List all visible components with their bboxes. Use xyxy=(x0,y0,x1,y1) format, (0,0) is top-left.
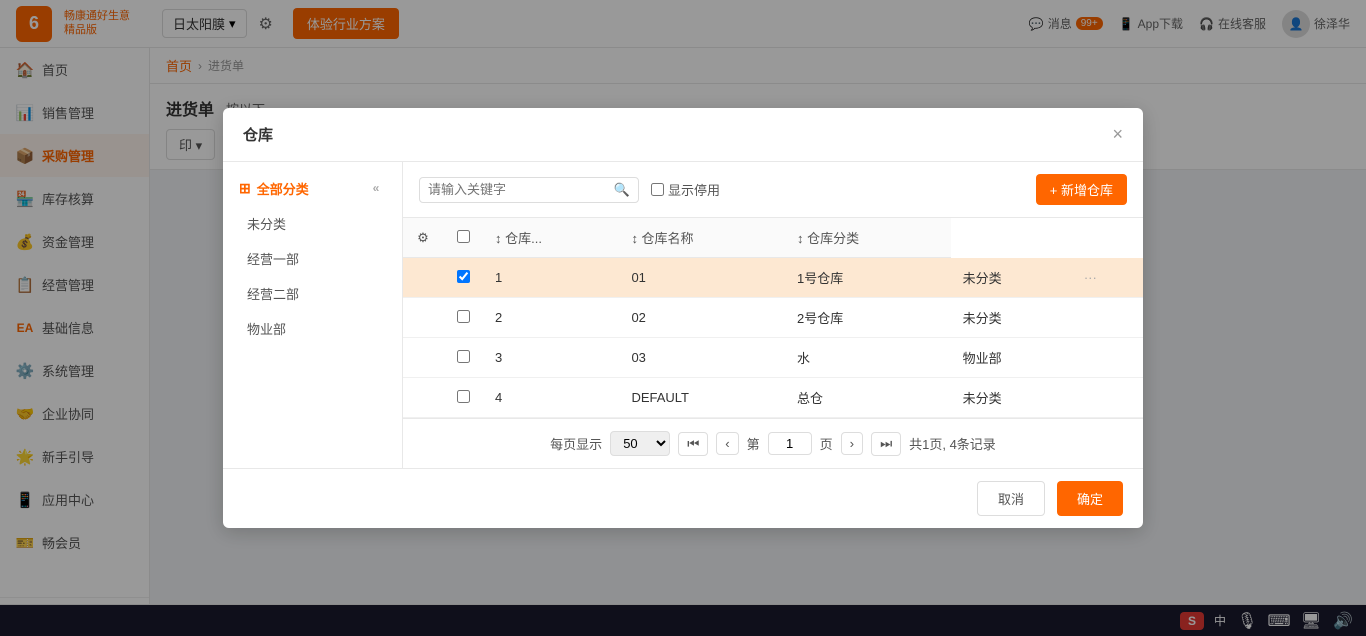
table-toolbar: 🔍 显示停用 + 新增仓库 xyxy=(403,162,1143,218)
warehouse-modal: 仓库 × ⊞ 全部分类 « 未分类 经营一部 经营二部 物业部 xyxy=(223,108,1143,528)
row-code-4: DEFAULT xyxy=(619,378,785,418)
table-row[interactable]: 4 DEFAULT 总仓 未分类 xyxy=(403,378,1143,418)
modal-close-button[interactable]: × xyxy=(1112,124,1123,145)
row-more-1[interactable]: ··· xyxy=(1072,258,1143,298)
category-sidebar: ⊞ 全部分类 « 未分类 经营一部 经营二部 物业部 xyxy=(223,162,403,468)
row-check-1[interactable] xyxy=(443,258,483,298)
modal-body: ⊞ 全部分类 « 未分类 经营一部 经营二部 物业部 🔍 xyxy=(223,162,1143,468)
first-page-button[interactable]: ⏮ xyxy=(678,432,708,456)
add-warehouse-button[interactable]: + 新增仓库 xyxy=(1036,174,1127,205)
row-name-2: 2号仓库 xyxy=(785,298,951,338)
row-index-2: 2 xyxy=(483,298,619,338)
all-categories[interactable]: ⊞ 全部分类 « xyxy=(223,170,402,206)
row-check-2[interactable] xyxy=(443,298,483,338)
show-disabled-label[interactable]: 显示停用 xyxy=(651,180,720,199)
row-check-3[interactable] xyxy=(443,338,483,378)
table-row[interactable]: 1 01 1号仓库 未分类 ··· xyxy=(403,258,1143,298)
table-row[interactable]: 3 03 水 物业部 xyxy=(403,338,1143,378)
search-input[interactable] xyxy=(428,182,608,197)
pagination: 每页显示 50 100 ⏮ ‹ 第 页 › ⏭ 共1页, 4条记录 xyxy=(403,418,1143,468)
modal-footer: 取消 确定 xyxy=(223,468,1143,528)
row-code-3: 03 xyxy=(619,338,785,378)
row-name-3: 水 xyxy=(785,338,951,378)
per-page-select[interactable]: 50 100 xyxy=(610,431,670,456)
total-label: 共1页, 4条记录 xyxy=(909,434,996,453)
row-code-2: 02 xyxy=(619,298,785,338)
row-category-1: 未分类 xyxy=(951,258,1072,298)
data-table: ⚙ ↕ 仓库... ↕ 仓库名称 ↕ 仓库分类 1 xyxy=(403,218,1143,418)
row-gear-3 xyxy=(403,338,443,378)
collapse-icon[interactable]: « xyxy=(366,178,386,198)
page-input[interactable] xyxy=(768,432,812,455)
row-name-1: 1号仓库 xyxy=(785,258,951,298)
confirm-button[interactable]: 确定 xyxy=(1057,481,1123,516)
row-category-2: 未分类 xyxy=(951,298,1072,338)
per-page-label: 每页显示 xyxy=(550,434,602,453)
modal-overlay: 仓库 × ⊞ 全部分类 « 未分类 经营一部 经营二部 物业部 xyxy=(0,0,1366,636)
row-index-1: 1 xyxy=(483,258,619,298)
row-category-3: 物业部 xyxy=(951,338,1072,378)
col-name-header: ↕ 仓库名称 xyxy=(619,218,785,258)
category-item-ops2[interactable]: 经营二部 xyxy=(223,276,402,311)
last-page-button[interactable]: ⏭ xyxy=(871,432,901,456)
col-gear-header: ⚙ xyxy=(403,218,443,258)
all-categories-label: 全部分类 xyxy=(257,179,309,198)
cancel-button[interactable]: 取消 xyxy=(977,481,1045,516)
modal-header: 仓库 × xyxy=(223,108,1143,162)
search-icon[interactable]: 🔍 xyxy=(614,182,630,198)
col-code-header: ↕ 仓库... xyxy=(483,218,619,258)
row-gear-2 xyxy=(403,298,443,338)
row-index-4: 4 xyxy=(483,378,619,418)
page-label: 第 xyxy=(747,434,760,453)
category-item-unclassified[interactable]: 未分类 xyxy=(223,206,402,241)
table-header-row: ⚙ ↕ 仓库... ↕ 仓库名称 ↕ 仓库分类 xyxy=(403,218,1143,258)
col-check-header xyxy=(443,218,483,258)
next-page-button[interactable]: › xyxy=(841,432,863,455)
modal-title: 仓库 xyxy=(243,124,273,145)
row-gear-1 xyxy=(403,258,443,298)
select-all-checkbox[interactable] xyxy=(457,230,470,243)
table-area: 🔍 显示停用 + 新增仓库 ⚙ xyxy=(403,162,1143,468)
prev-page-button[interactable]: ‹ xyxy=(716,432,738,455)
show-disabled-checkbox[interactable] xyxy=(651,183,664,196)
row-index-3: 3 xyxy=(483,338,619,378)
warehouse-table: ⚙ ↕ 仓库... ↕ 仓库名称 ↕ 仓库分类 1 xyxy=(403,218,1143,418)
page-suffix: 页 xyxy=(820,434,833,453)
category-item-ops1[interactable]: 经营一部 xyxy=(223,241,402,276)
search-box: 🔍 xyxy=(419,177,639,203)
row-code-1: 01 xyxy=(619,258,785,298)
table-row[interactable]: 2 02 2号仓库 未分类 xyxy=(403,298,1143,338)
row-check-4[interactable] xyxy=(443,378,483,418)
row-gear-4 xyxy=(403,378,443,418)
row-category-4: 未分类 xyxy=(951,378,1072,418)
row-name-4: 总仓 xyxy=(785,378,951,418)
category-item-property[interactable]: 物业部 xyxy=(223,311,402,346)
col-category-header: ↕ 仓库分类 xyxy=(785,218,951,258)
grid-icon: ⊞ xyxy=(239,180,251,197)
